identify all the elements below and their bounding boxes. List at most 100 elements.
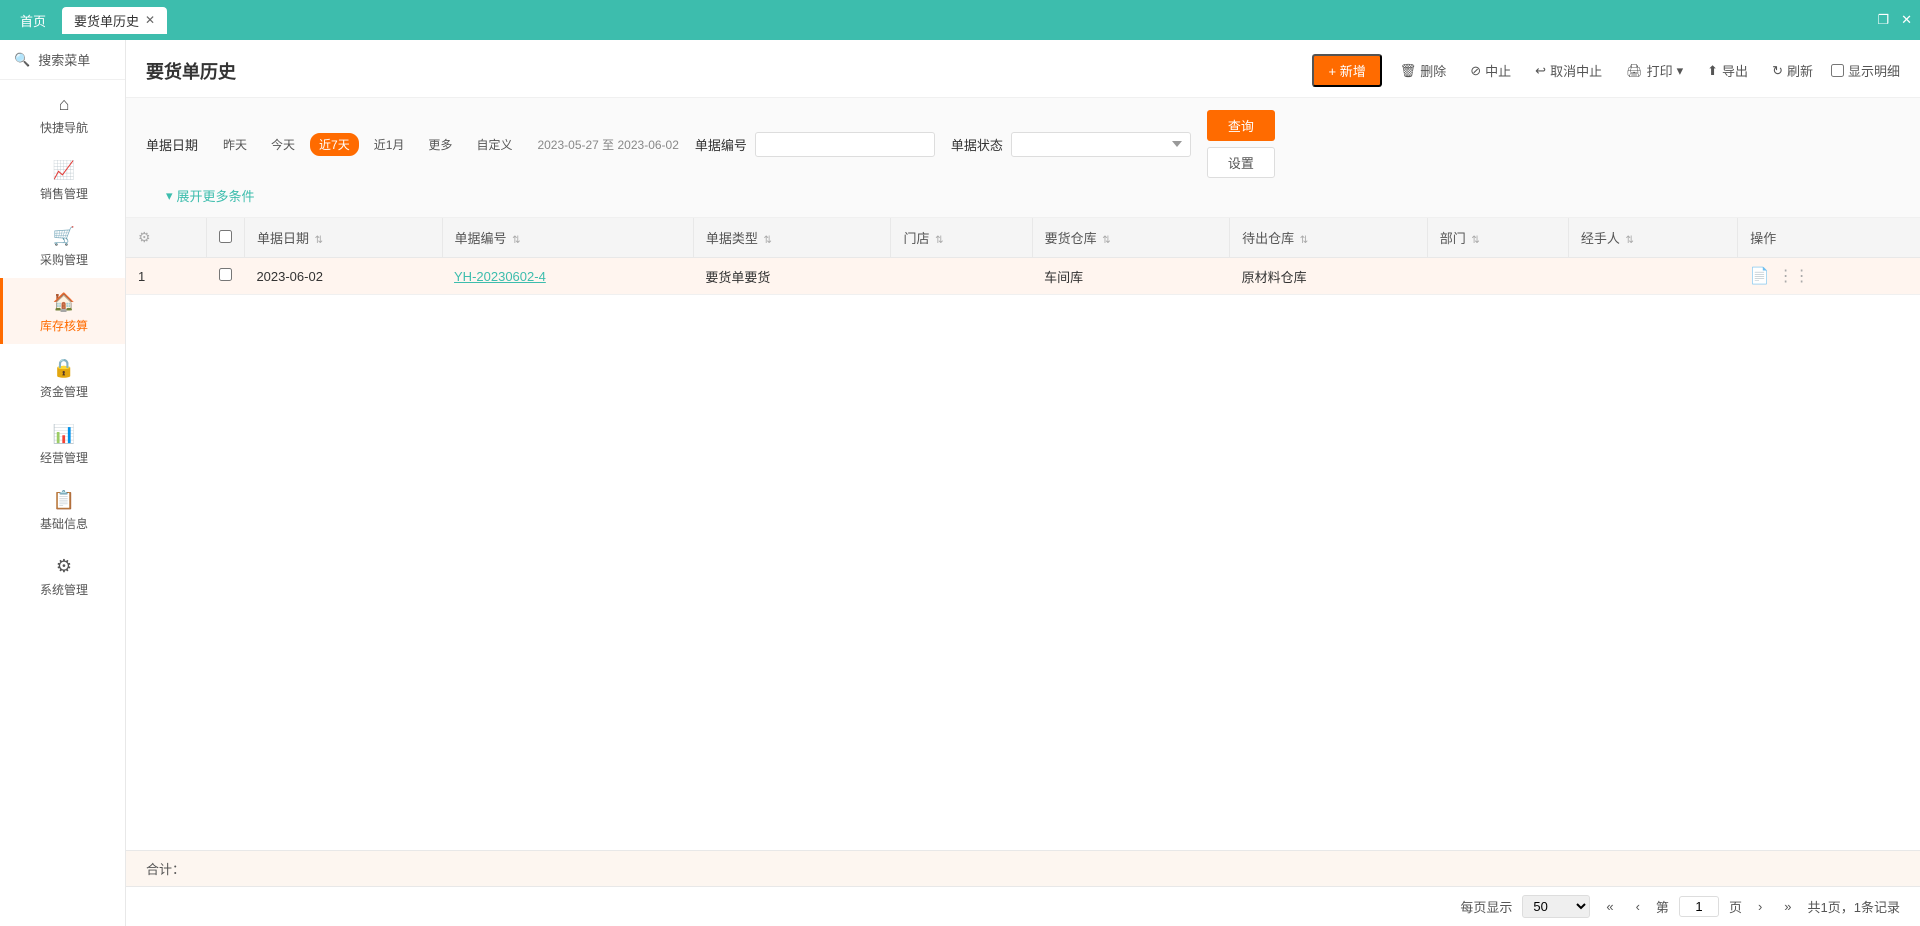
footer-total-label: 合计： xyxy=(146,859,185,878)
purchase-icon: 🛒 xyxy=(53,226,75,247)
last-page-button[interactable]: » xyxy=(1778,897,1797,916)
tab-home[interactable]: 首页 xyxy=(8,7,58,34)
table-body: 1 2023-06-02 YH-20230602-4 要货单要货 车间库 原材料… xyxy=(126,258,1920,295)
row-store xyxy=(891,258,1032,295)
prev-page-button[interactable]: ‹ xyxy=(1630,897,1646,916)
row-req-warehouse: 车间库 xyxy=(1032,258,1230,295)
col-dept-label: 部门 xyxy=(1440,231,1466,246)
delete-label: 删除 xyxy=(1420,61,1446,80)
sidebar: 🔍 搜索菜单 ⌂ 快捷导航 📈 销售管理 🛒 采购管理 🏠 库存核算 🔒 资金管… xyxy=(0,40,126,926)
date-btn-today[interactable]: 今天 xyxy=(262,133,304,156)
sidebar-item-basic-info-label: 基础信息 xyxy=(40,515,88,532)
tab-close-icon[interactable]: ✕ xyxy=(145,13,155,27)
page-info-prefix: 第 xyxy=(1656,897,1669,916)
row-edit-icon[interactable]: 📄 xyxy=(1750,266,1770,286)
print-label: 打印 xyxy=(1647,61,1673,80)
sidebar-item-inventory[interactable]: 🏠 库存核算 xyxy=(0,278,125,344)
search-icon: 🔍 xyxy=(14,52,30,68)
sidebar-search-label: 搜索菜单 xyxy=(38,50,90,69)
query-button[interactable]: 查询 xyxy=(1207,110,1275,141)
close-window-icon[interactable]: ✕ xyxy=(1901,12,1912,28)
sidebar-item-finance[interactable]: 🔒 资金管理 xyxy=(0,344,125,410)
row-more-icon[interactable]: ⋮⋮ xyxy=(1778,266,1810,286)
col-doc-no[interactable]: 单据编号 ⇅ xyxy=(442,218,693,258)
doc-no-input[interactable] xyxy=(755,132,935,157)
print-button[interactable]: 🖨 打印 ▾ xyxy=(1620,57,1689,84)
sidebar-item-quick-nav[interactable]: ⌂ 快捷导航 xyxy=(0,80,125,146)
date-btn-1month[interactable]: 近1月 xyxy=(365,133,414,156)
page-size-select[interactable]: 50 10 20 100 xyxy=(1522,895,1590,918)
sidebar-item-ops-label: 经营管理 xyxy=(40,449,88,466)
sort-dept-icon: ⇅ xyxy=(1471,235,1479,246)
select-all-checkbox[interactable] xyxy=(219,230,232,243)
doc-no-link[interactable]: YH-20230602-4 xyxy=(454,269,546,284)
col-store[interactable]: 门店 ⇅ xyxy=(891,218,1032,258)
page-size-label: 每页显示 xyxy=(1460,897,1512,916)
export-button[interactable]: ⬆ 导出 xyxy=(1701,57,1754,84)
sort-doc-type-icon: ⇅ xyxy=(764,235,772,246)
suspend-button[interactable]: ⊘ 中止 xyxy=(1464,57,1517,84)
new-button[interactable]: + 新增 xyxy=(1312,54,1381,87)
date-range-display: 2023-05-27 至 2023-06-02 xyxy=(537,136,678,153)
date-btn-yesterday[interactable]: 昨天 xyxy=(214,133,256,156)
sidebar-item-system[interactable]: ⚙ 系统管理 xyxy=(0,542,125,608)
sales-icon: 📈 xyxy=(53,160,75,181)
doc-status-select[interactable] xyxy=(1011,132,1191,157)
sidebar-item-purchase-label: 采购管理 xyxy=(40,251,88,268)
display-detail-toggle[interactable]: 显示明细 xyxy=(1831,61,1900,80)
col-req-warehouse[interactable]: 要货仓库 ⇅ xyxy=(1032,218,1230,258)
total-info: 共1页，1条记录 xyxy=(1808,897,1900,916)
table-header-row: ⚙ 单据日期 ⇅ 单据编号 ⇅ 单据类型 xyxy=(126,218,1920,258)
first-page-button[interactable]: « xyxy=(1600,897,1619,916)
row-checkbox[interactable] xyxy=(219,268,232,281)
sort-req-wh-icon: ⇅ xyxy=(1102,235,1110,246)
cancel-suspend-icon: ↩ xyxy=(1535,63,1546,79)
sidebar-item-basic-info[interactable]: 📋 基础信息 xyxy=(0,476,125,542)
sidebar-item-sales-mgmt[interactable]: 📈 销售管理 xyxy=(0,146,125,212)
filter-settings-button[interactable]: 设置 xyxy=(1207,147,1275,178)
tab-requisition-history[interactable]: 要货单历史 ✕ xyxy=(62,7,167,34)
top-bar-right: ❐ ✕ xyxy=(1877,12,1912,28)
display-detail-checkbox[interactable] xyxy=(1831,64,1844,77)
expand-more-label: 展开更多条件 xyxy=(177,186,255,205)
delete-button[interactable]: 🗑 删除 xyxy=(1394,57,1453,84)
sidebar-item-sales-label: 销售管理 xyxy=(40,185,88,202)
doc-no-label: 单据编号 xyxy=(695,135,747,154)
content-area: 要货单历史 + 新增 🗑 删除 ⊘ 中止 ↩ 取消中止 🖨 打印 xyxy=(126,40,1920,926)
sidebar-item-finance-label: 资金管理 xyxy=(40,383,88,400)
col-doc-type[interactable]: 单据类型 ⇅ xyxy=(693,218,891,258)
system-icon: ⚙ xyxy=(56,556,72,577)
basic-info-icon: 📋 xyxy=(53,490,75,511)
row-actions: 📄 ⋮⋮ xyxy=(1738,258,1920,295)
doc-status-label: 单据状态 xyxy=(951,135,1003,154)
date-btn-custom[interactable]: 自定义 xyxy=(467,133,521,156)
top-bar: 首页 要货单历史 ✕ ❐ ✕ xyxy=(0,0,1920,40)
col-store-label: 门店 xyxy=(903,231,929,246)
date-btn-more[interactable]: 更多 xyxy=(419,133,461,156)
col-pending-warehouse[interactable]: 待出仓库 ⇅ xyxy=(1230,218,1428,258)
col-handler-label: 经手人 xyxy=(1581,231,1620,246)
data-table: ⚙ 单据日期 ⇅ 单据编号 ⇅ 单据类型 xyxy=(126,218,1920,295)
col-dept[interactable]: 部门 ⇅ xyxy=(1427,218,1568,258)
col-handler[interactable]: 经手人 ⇅ xyxy=(1568,218,1737,258)
next-page-button[interactable]: › xyxy=(1752,897,1768,916)
sidebar-item-ops[interactable]: 📊 经营管理 xyxy=(0,410,125,476)
col-doc-date[interactable]: 单据日期 ⇅ xyxy=(244,218,442,258)
cancel-suspend-button[interactable]: ↩ 取消中止 xyxy=(1529,57,1608,84)
print-dropdown-icon: ▾ xyxy=(1677,63,1684,79)
export-label: 导出 xyxy=(1722,61,1748,80)
restore-icon[interactable]: ❐ xyxy=(1877,12,1889,28)
refresh-button[interactable]: ↻ 刷新 xyxy=(1766,57,1819,84)
expand-more-button[interactable]: ▾ 展开更多条件 xyxy=(146,186,1900,205)
sidebar-item-purchase-mgmt[interactable]: 🛒 采购管理 xyxy=(0,212,125,278)
date-btn-7days[interactable]: 近7天 xyxy=(310,133,359,156)
row-dept xyxy=(1427,258,1568,295)
tab-requisition-label: 要货单历史 xyxy=(74,11,139,30)
main-layout: 🔍 搜索菜单 ⌂ 快捷导航 📈 销售管理 🛒 采购管理 🏠 库存核算 🔒 资金管… xyxy=(0,40,1920,926)
sidebar-search[interactable]: 🔍 搜索菜单 xyxy=(0,40,125,80)
suspend-label: 中止 xyxy=(1485,61,1511,80)
refresh-label: 刷新 xyxy=(1787,61,1813,80)
page-number-input[interactable] xyxy=(1679,896,1719,917)
col-settings[interactable]: ⚙ xyxy=(126,218,206,258)
col-action-label: 操作 xyxy=(1750,231,1776,246)
